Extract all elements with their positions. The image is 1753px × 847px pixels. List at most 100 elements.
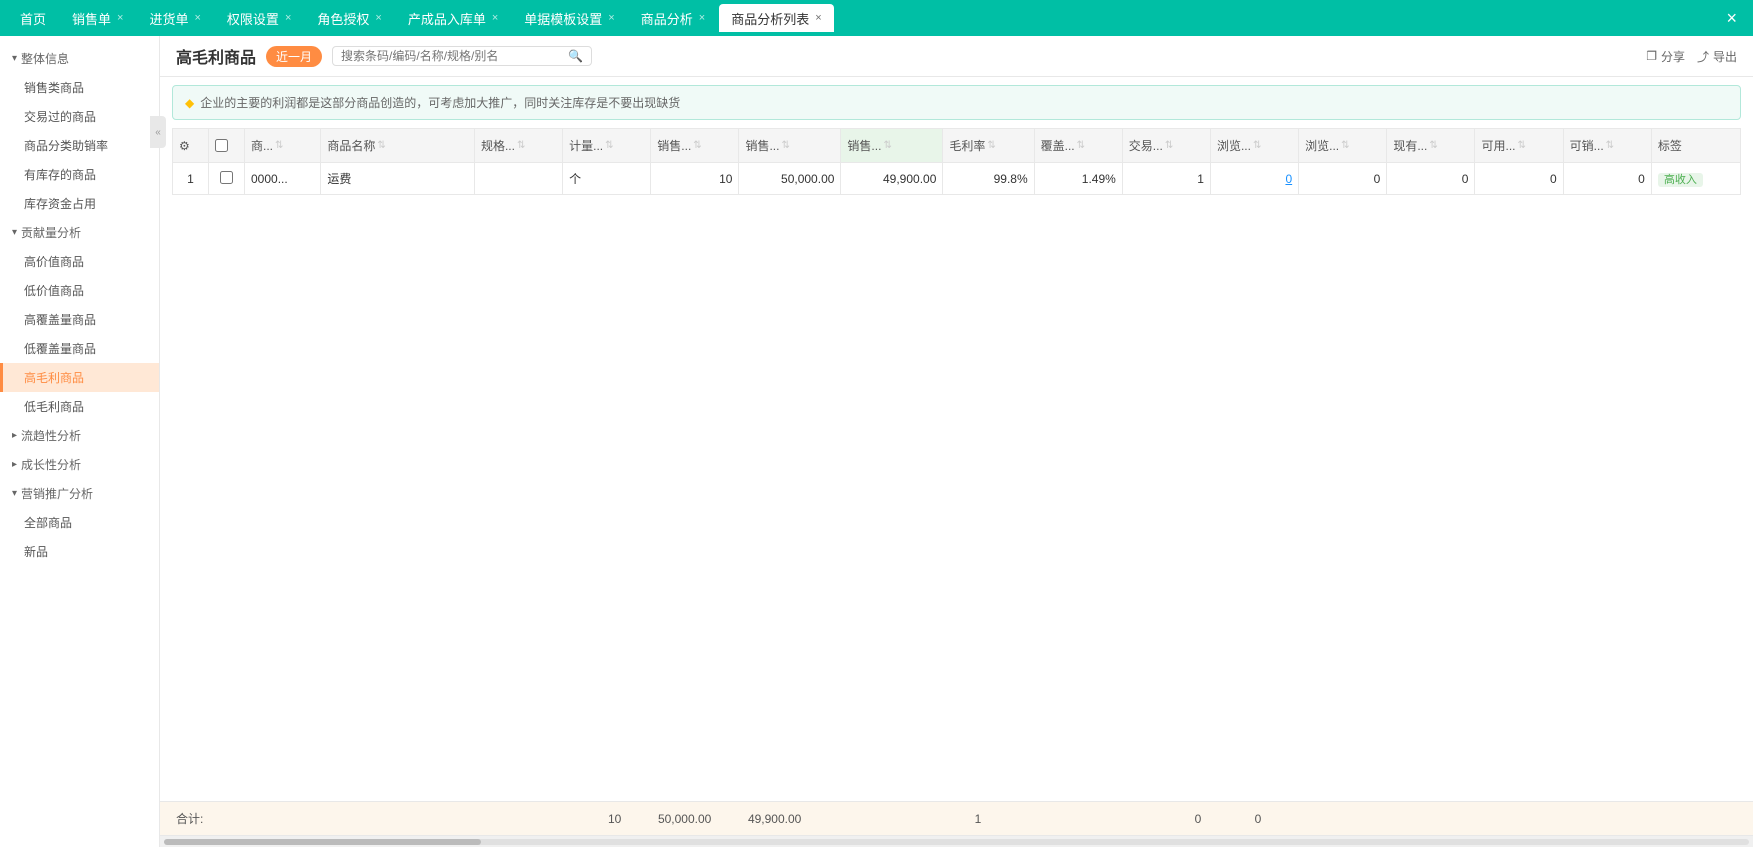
col-header-available-stock[interactable]: 可用... ⇅: [1475, 129, 1563, 163]
col-header-gross-margin[interactable]: 毛利率 ⇅: [943, 129, 1034, 163]
col-header-current-stock[interactable]: 现有... ⇅: [1387, 129, 1475, 163]
nav-tab-home[interactable]: 首页: [8, 4, 58, 32]
sidebar-collapse-button[interactable]: «: [150, 116, 166, 148]
export-button[interactable]: ⤴ 导出: [1697, 48, 1737, 65]
close-all-button[interactable]: ×: [1718, 8, 1745, 29]
period-button[interactable]: 近一月: [266, 46, 322, 67]
nav-tab-warehouse[interactable]: 产成品入库单 ×: [396, 4, 510, 32]
search-box[interactable]: 🔍: [332, 46, 592, 66]
sort-icon: ⇅: [1429, 140, 1437, 151]
scroll-thumb[interactable]: [164, 839, 481, 845]
col-header-browse2[interactable]: 浏览... ⇅: [1299, 129, 1387, 163]
sidebar-item-stocked-goods[interactable]: 有库存的商品: [0, 160, 159, 189]
nav-tab-warehouse-label: 产成品入库单: [408, 9, 486, 28]
close-icon[interactable]: ×: [699, 12, 705, 24]
sidebar-group-overall[interactable]: ▾ 整体信息: [0, 44, 159, 73]
sidebar-item-traded-goods[interactable]: 交易过的商品: [0, 102, 159, 131]
search-input[interactable]: [341, 49, 564, 63]
sidebar-item-new-goods[interactable]: 新品: [0, 537, 159, 566]
col-header-saleable-stock[interactable]: 可销... ⇅: [1563, 129, 1651, 163]
sort-icon: ⇅: [781, 140, 789, 151]
sidebar-group-growth[interactable]: ▸ 成长性分析: [0, 450, 159, 479]
nav-tab-analysis-list-label: 商品分析列表: [731, 9, 809, 28]
sidebar-group-contribution[interactable]: ▾ 贡献量分析: [0, 218, 159, 247]
sidebar-group-trend[interactable]: ▸ 流趋性分析: [0, 421, 159, 450]
share-button[interactable]: ❐ 分享: [1646, 48, 1685, 65]
row-code: 0000...: [245, 163, 321, 195]
footer-sales-cost: 49,900.00: [717, 812, 807, 826]
nav-tab-role[interactable]: 角色授权 ×: [305, 4, 393, 32]
col-header-coverage[interactable]: 覆盖... ⇅: [1034, 129, 1122, 163]
sidebar-group-marketing[interactable]: ▾ 营销推广分析: [0, 479, 159, 508]
page-title: 高毛利商品: [176, 44, 256, 68]
close-icon[interactable]: ×: [194, 12, 200, 24]
col-header-sales-qty[interactable]: 销售... ⇅: [651, 129, 739, 163]
sidebar-item-category-rate[interactable]: 商品分类助销率: [0, 131, 159, 160]
row-tag: 高收入: [1651, 163, 1740, 195]
nav-tab-template-label: 单据模板设置: [524, 9, 602, 28]
nav-tab-sales[interactable]: 销售单 ×: [60, 4, 135, 32]
nav-tab-purchase[interactable]: 进货单 ×: [137, 4, 212, 32]
info-icon: ◆: [185, 96, 194, 110]
settings-icon[interactable]: ⚙: [179, 139, 190, 153]
footer-spacer2: [807, 812, 927, 826]
sort-icon: ⇅: [1077, 140, 1085, 151]
row-gross-margin: 99.8%: [943, 163, 1034, 195]
row-browse1[interactable]: 0: [1210, 163, 1298, 195]
col-header-unit[interactable]: 计量... ⇅: [563, 129, 651, 163]
col-header-tag[interactable]: 标签: [1651, 129, 1740, 163]
nav-tab-analysis-list[interactable]: 商品分析列表 ×: [719, 4, 833, 32]
search-icon[interactable]: 🔍: [568, 49, 583, 63]
close-icon[interactable]: ×: [815, 12, 821, 24]
sidebar-group-contribution-label: 贡献量分析: [21, 224, 81, 241]
col-header-checkbox[interactable]: [209, 129, 245, 163]
close-icon[interactable]: ×: [492, 12, 498, 24]
sidebar-item-low-margin[interactable]: 低毛利商品: [0, 392, 159, 421]
sidebar-item-low-coverage[interactable]: 低覆盖量商品: [0, 334, 159, 363]
table-container: ⚙ 商... ⇅ 商品名称: [160, 128, 1753, 801]
sidebar-group-contribution-items: 高价值商品 低价值商品 高覆盖量商品 低覆盖量商品 高毛利商品 低毛利商品: [0, 247, 159, 421]
sidebar-item-stock-funds[interactable]: 库存资金占用: [0, 189, 159, 218]
footer-available-stock: 0: [1207, 812, 1267, 826]
close-icon[interactable]: ×: [285, 12, 291, 24]
col-header-code[interactable]: 商... ⇅: [245, 129, 321, 163]
sidebar-group-overall-label: 整体信息: [21, 50, 69, 67]
col-header-name[interactable]: 商品名称 ⇅: [321, 129, 475, 163]
data-table: ⚙ 商... ⇅ 商品名称: [172, 128, 1741, 195]
sidebar-item-all-goods[interactable]: 全部商品: [0, 508, 159, 537]
row-sales-qty: 10: [651, 163, 739, 195]
col-header-sales-cost[interactable]: 销售... ⇅: [841, 129, 943, 163]
sidebar-item-sales-goods[interactable]: 销售类商品: [0, 73, 159, 102]
row-name: 运费: [321, 163, 475, 195]
row-unit: 个: [563, 163, 651, 195]
nav-tab-permissions[interactable]: 权限设置 ×: [215, 4, 303, 32]
row-checkbox[interactable]: [209, 163, 245, 195]
sidebar-item-high-coverage[interactable]: 高覆盖量商品: [0, 305, 159, 334]
col-header-browse1[interactable]: 浏览... ⇅: [1210, 129, 1298, 163]
share-icon: ❐: [1646, 49, 1657, 63]
nav-tab-analysis-label: 商品分析: [641, 9, 693, 28]
col-header-spec[interactable]: 规格... ⇅: [474, 129, 562, 163]
footer-spacer4: [1067, 812, 1147, 826]
sidebar: ▾ 整体信息 销售类商品 交易过的商品 商品分类助销率 有库存的商品 库存资金占…: [0, 36, 160, 847]
col-header-sales-amount[interactable]: 销售... ⇅: [739, 129, 841, 163]
row-select-checkbox[interactable]: [220, 171, 233, 184]
select-all-checkbox[interactable]: [215, 139, 228, 152]
col-header-settings[interactable]: ⚙: [173, 129, 209, 163]
content-area: 高毛利商品 近一月 🔍 ❐ 分享 ⤴ 导出 ◆ 企业的主要的利润都是这部分商品创…: [160, 36, 1753, 847]
sidebar-item-low-value[interactable]: 低价值商品: [0, 276, 159, 305]
collapse-icon: «: [155, 127, 161, 138]
nav-tab-template[interactable]: 单据模板设置 ×: [512, 4, 626, 32]
sidebar-item-high-margin[interactable]: 高毛利商品: [0, 363, 159, 392]
sidebar-item-high-value[interactable]: 高价值商品: [0, 247, 159, 276]
close-icon[interactable]: ×: [608, 12, 614, 24]
close-icon[interactable]: ×: [117, 12, 123, 24]
sort-icon: ⇅: [377, 140, 385, 151]
horizontal-scrollbar[interactable]: [160, 835, 1753, 847]
sort-icon: ⇅: [1518, 140, 1526, 151]
nav-tab-analysis[interactable]: 商品分析 ×: [629, 4, 717, 32]
sidebar-group-marketing-label: 营销推广分析: [21, 485, 93, 502]
close-icon[interactable]: ×: [375, 12, 381, 24]
scroll-track[interactable]: [164, 839, 1749, 845]
col-header-transaction[interactable]: 交易... ⇅: [1122, 129, 1210, 163]
